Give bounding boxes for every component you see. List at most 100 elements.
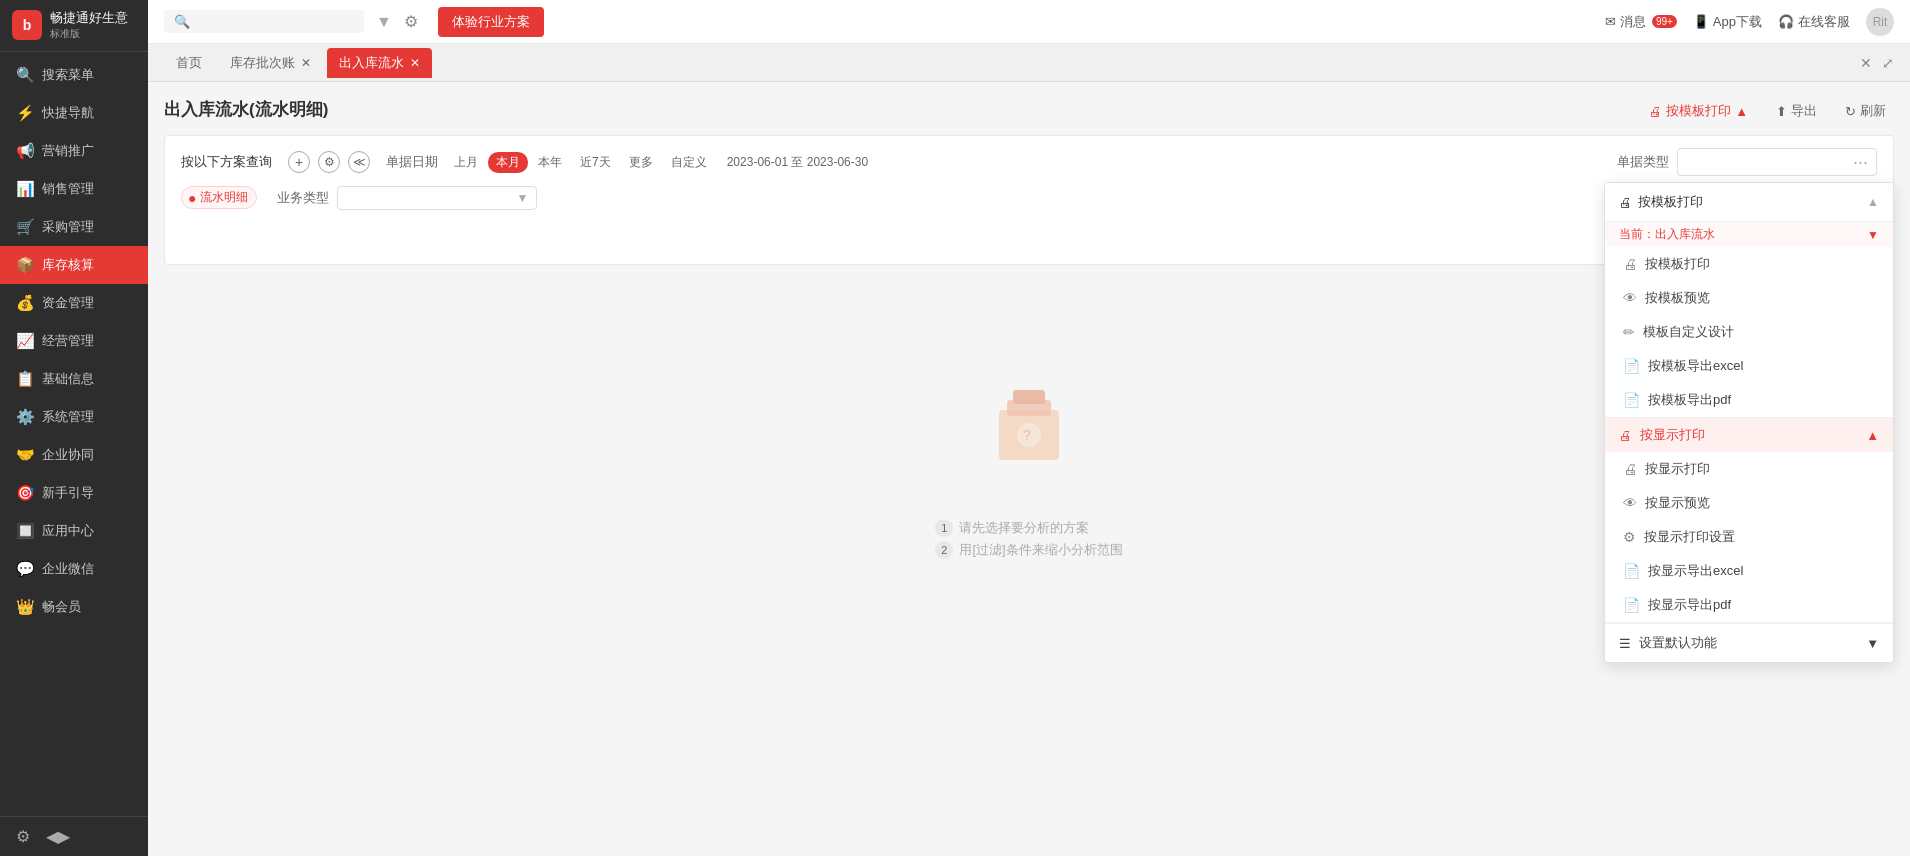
sidebar-nav: 🔍 搜索菜单 ⚡ 快捷导航 📢营销推广📊销售管理🛒采购管理 📦 库存核算 💰资金管理 📈 经营管理… (0, 52, 148, 816)
refresh-icon: ↻ (1845, 104, 1856, 119)
display-printer-icon: 🖨 (1619, 428, 1632, 443)
display-section-header[interactable]: 🖨 按显示打印 ▲ (1605, 418, 1893, 452)
voucher-type-more[interactable]: ··· (1853, 153, 1868, 171)
sidebar-item-quick-nav[interactable]: ⚡ 快捷导航 (0, 94, 148, 132)
newbie-nav-icon: 🎯 (16, 484, 34, 502)
operations-nav-icon: 📈 (16, 332, 34, 350)
sidebar-label-operations: 经营管理 (42, 332, 94, 350)
wechat-nav-icon: 💬 (16, 560, 34, 578)
date-tab-last-month[interactable]: 上月 (446, 152, 486, 173)
dp-template-preview[interactable]: 👁 按模板预览 (1605, 281, 1893, 315)
refresh-btn[interactable]: ↻ 刷新 (1837, 98, 1894, 124)
tag-label: 流水明细 (200, 189, 248, 206)
dp-template-design[interactable]: ✏ 模板自定义设计 (1605, 315, 1893, 349)
search-input[interactable] (196, 14, 336, 29)
dp-display-preview[interactable]: 👁 按显示预览 (1605, 486, 1893, 520)
date-tab-7days[interactable]: 近7天 (572, 152, 619, 173)
inventory-nav-icon: 📦 (16, 256, 34, 274)
filter-label: 按以下方案查询 (181, 153, 272, 171)
default-settings-icon: ☰ (1619, 636, 1631, 651)
dp-display-print[interactable]: 🖨 按显示打印 (1605, 452, 1893, 486)
sidebar-item-newbie[interactable]: 🎯新手引导 (0, 474, 148, 512)
filter-add-btn[interactable]: + (288, 151, 310, 173)
settings-icon[interactable]: ⚙ (16, 827, 30, 846)
export-btn[interactable]: ⬆ 导出 (1768, 98, 1825, 124)
display-excel-icon: 📄 (1623, 563, 1640, 579)
apps-nav-icon: 🔲 (16, 522, 34, 540)
display-gear-icon: ⚙ (1623, 529, 1636, 545)
display-printer-icon-2: 🖨 (1623, 461, 1637, 477)
quick-nav-nav-icon: ⚡ (16, 104, 34, 122)
sidebar-item-marketing[interactable]: 📢营销推广 (0, 132, 148, 170)
print-template-btn[interactable]: 🖨 按模板打印 ▲ (1641, 98, 1756, 124)
dp-display-export-excel[interactable]: 📄 按显示导出excel (1605, 554, 1893, 588)
tab-flow[interactable]: 出入库流水 ✕ (327, 48, 432, 78)
page-content: 出入库流水(流水明细) 🖨 按模板打印 ▲ ⬆ 导出 ↻ 刷新 按以下方案查询 (148, 82, 1910, 856)
collapse-icon[interactable]: ◀▶ (46, 827, 70, 846)
export-icon: ⬆ (1776, 104, 1787, 119)
sidebar-label-wechat: 企业微信 (42, 560, 94, 578)
sidebar-item-apps[interactable]: 🔲应用中心 (0, 512, 148, 550)
date-tab-this-month[interactable]: 本月 (488, 152, 528, 173)
tab-close-batch[interactable]: ✕ (301, 56, 311, 70)
sidebar-item-member[interactable]: 👑畅会员 (0, 588, 148, 626)
footer-arrow: ▼ (1866, 636, 1879, 651)
sidebar-label-system: 系统管理 (42, 408, 94, 426)
sidebar-label-inventory: 库存核算 (42, 256, 94, 274)
app-download-item[interactable]: 📱 App下载 (1693, 13, 1762, 31)
sidebar-item-inventory[interactable]: 📦 库存核算 (0, 246, 148, 284)
business-type-arrow: ▼ (517, 191, 529, 205)
search-nav-icon: 🔍 (16, 66, 34, 84)
marketing-nav-icon: 📢 (16, 142, 34, 160)
search-icon: 🔍 (174, 14, 190, 29)
dp-template-print[interactable]: 🖨 按模板打印 (1605, 247, 1893, 281)
dp-display-export-pdf[interactable]: 📄 按显示导出pdf (1605, 588, 1893, 622)
svg-text:?: ? (1023, 427, 1031, 443)
filter-collapse-btn[interactable]: ≪ (348, 151, 370, 173)
sidebar-label-quick-nav: 快捷导航 (42, 104, 94, 122)
industry-btn[interactable]: 体验行业方案 (438, 7, 544, 37)
sidebar-item-basic[interactable]: 📋基础信息 (0, 360, 148, 398)
app-name: 畅捷通好生意 (50, 10, 128, 27)
sidebar-logo: b 畅捷通好生意 标准版 (0, 0, 148, 52)
topbar: 🔍 ▼ ⚙ 体验行业方案 ✉ 消息 99+ 📱 App下载 🎧 在线客服 Rit (148, 0, 1910, 44)
message-item[interactable]: ✉ 消息 99+ (1605, 13, 1677, 31)
business-type-select[interactable]: ▼ (337, 186, 537, 210)
voucher-type-select[interactable]: ··· (1677, 148, 1877, 176)
filter-setting-btn[interactable]: ⚙ (318, 151, 340, 173)
tab-batch-account[interactable]: 库存批次账 ✕ (218, 48, 323, 78)
eye-icon: 👁 (1623, 290, 1637, 306)
sidebar-item-sales[interactable]: 📊销售管理 (0, 170, 148, 208)
dp-template-export-pdf[interactable]: 📄 按模板导出pdf (1605, 383, 1893, 417)
sidebar-bottom: ⚙ ◀▶ (0, 816, 148, 856)
avatar[interactable]: Rit (1866, 8, 1894, 36)
maximize-icon[interactable]: ⤢ (1882, 55, 1894, 71)
search-box: 🔍 (164, 10, 364, 33)
empty-illustration: ? (979, 380, 1079, 499)
sidebar-label-finance: 资金管理 (42, 294, 94, 312)
sidebar-item-wechat[interactable]: 💬 企业微信 (0, 550, 148, 588)
sidebar-item-search[interactable]: 🔍 搜索菜单 (0, 56, 148, 94)
business-type-label: 业务类型 (277, 189, 329, 207)
date-tab-this-year[interactable]: 本年 (530, 152, 570, 173)
date-tab-custom[interactable]: 自定义 (663, 152, 715, 173)
tab-close-flow[interactable]: ✕ (410, 56, 420, 70)
close-window-icon[interactable]: ✕ (1860, 55, 1872, 71)
search-settings-icon[interactable]: ▼ (376, 13, 392, 31)
tab-home[interactable]: 首页 (164, 48, 214, 78)
dp-template-export-excel[interactable]: 📄 按模板导出excel (1605, 349, 1893, 383)
sidebar-item-purchase[interactable]: 🛒采购管理 (0, 208, 148, 246)
gear-icon[interactable]: ⚙ (404, 12, 418, 31)
sidebar-item-system[interactable]: ⚙️系统管理 (0, 398, 148, 436)
dp-display-print-settings[interactable]: ⚙ 按显示打印设置 (1605, 520, 1893, 554)
sidebar-item-corp[interactable]: 🤝企业协同 (0, 436, 148, 474)
online-service-item[interactable]: 🎧 在线客服 (1778, 13, 1850, 31)
voucher-type-label: 单据类型 (1617, 153, 1669, 171)
date-tab-more[interactable]: 更多 (621, 152, 661, 173)
sidebar-item-finance[interactable]: 💰资金管理 (0, 284, 148, 322)
sidebar-item-operations[interactable]: 📈 经营管理 (0, 322, 148, 360)
dp-footer[interactable]: ☰ 设置默认功能 ▼ (1605, 623, 1893, 662)
sidebar-label-search: 搜索菜单 (42, 66, 94, 84)
basic-nav-icon: 📋 (16, 370, 34, 388)
dropdown-collapse-arrow[interactable]: ▲ (1867, 195, 1879, 209)
